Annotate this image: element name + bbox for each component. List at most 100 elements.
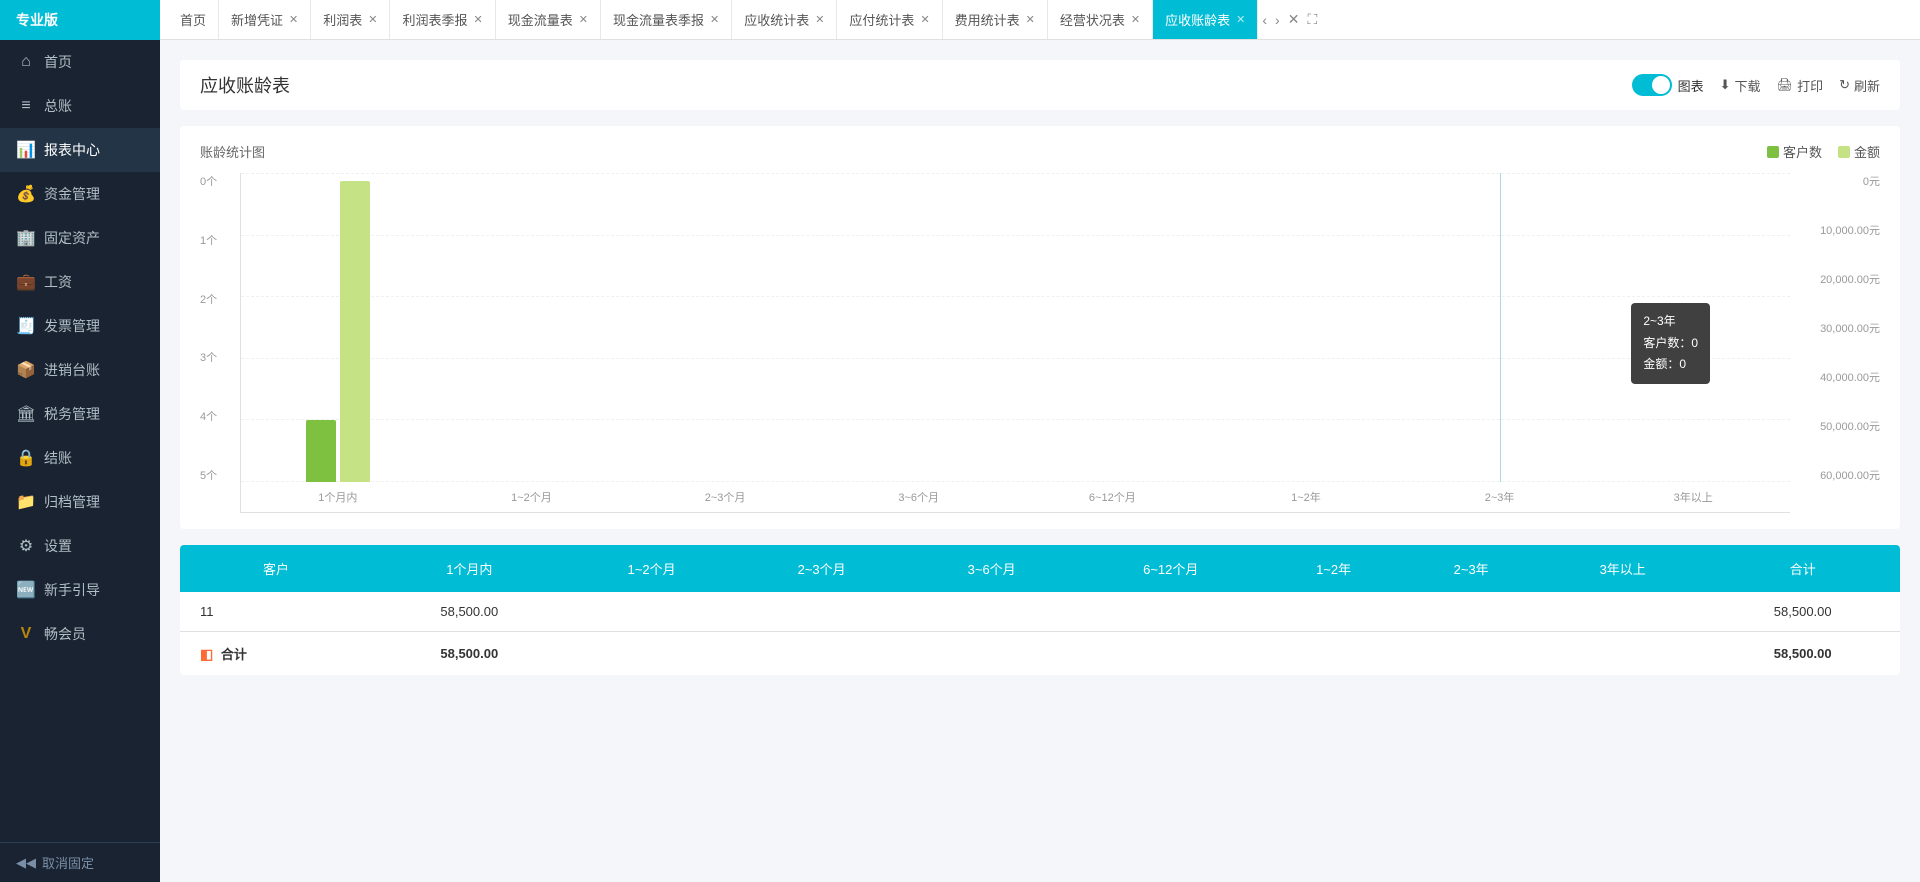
tab-profit-season[interactable]: 利润表季报 ✕	[390, 0, 495, 40]
footer-total: 58,500.00	[1705, 632, 1900, 676]
close-icon[interactable]: ✕	[710, 13, 719, 26]
header-actions: 图表 ⬇ 下载 🖨 打印 ↻ 刷新	[1632, 74, 1880, 96]
tab-maximize-button[interactable]: ⛶	[1303, 11, 1321, 28]
sidebar-label-checkout: 结账	[44, 448, 72, 468]
tab-ap-stats[interactable]: 应付统计表 ✕	[837, 0, 942, 40]
sidebar-item-archive[interactable]: 📁 归档管理	[0, 480, 160, 524]
sidebar-label-settings: 设置	[44, 536, 72, 556]
footer-m12	[567, 632, 737, 676]
x-label-6: 1~2年	[1209, 482, 1403, 512]
footer-y23	[1402, 632, 1540, 676]
salary-icon: 💼	[16, 272, 36, 292]
close-icon[interactable]: ✕	[1236, 13, 1245, 26]
footer-y12	[1265, 632, 1403, 676]
tab-next-button[interactable]: ›	[1271, 12, 1284, 28]
tab-profit-season-label: 利润表季报	[402, 10, 467, 29]
cell-m1: 58,500.00	[372, 592, 566, 632]
download-button[interactable]: ⬇ 下载	[1720, 76, 1761, 95]
close-icon[interactable]: ✕	[920, 13, 929, 26]
sidebar: 专业版 ⌂ 首页 ≡ 总账 📊 报表中心 💰 资金管理 🏢 固定资产 💼 工资 …	[0, 0, 160, 882]
checkout-icon: 🔒	[16, 448, 36, 468]
sidebar-label-salary: 工资	[44, 272, 72, 292]
legend-amount: 金额	[1838, 142, 1880, 161]
legend-amount-label: 金额	[1854, 142, 1880, 161]
tab-home[interactable]: 首页	[168, 0, 219, 40]
sidebar-item-settings[interactable]: ⚙ 设置	[0, 524, 160, 568]
sidebar-item-ledger[interactable]: ≡ 总账	[0, 84, 160, 128]
tab-ar-aging[interactable]: 应收账龄表 ✕	[1153, 0, 1258, 40]
footer-label: ◧ 合计	[180, 632, 372, 676]
sidebar-item-guide[interactable]: 🆕 新手引导	[0, 568, 160, 612]
col-y12: 1~2年	[1265, 545, 1403, 592]
close-icon[interactable]: ✕	[815, 13, 824, 26]
tab-ar-stats[interactable]: 应收统计表 ✕	[732, 0, 837, 40]
col-total: 合计	[1705, 545, 1900, 592]
tab-voucher-label: 新增凭证	[231, 10, 283, 29]
cell-y12	[1265, 592, 1403, 632]
footer-m1: 58,500.00	[372, 632, 566, 676]
close-icon[interactable]: ✕	[289, 13, 298, 26]
tab-profit-label: 利润表	[323, 10, 362, 29]
close-icon[interactable]: ✕	[1131, 13, 1140, 26]
tax-icon: 🏛	[16, 404, 36, 424]
table-row: 11 58,500.00 58,500.00	[180, 592, 1900, 632]
download-label: 下载	[1735, 76, 1761, 95]
tab-cashflow[interactable]: 现金流量表 ✕	[496, 0, 601, 40]
tab-profit[interactable]: 利润表 ✕	[311, 0, 390, 40]
tab-home-label: 首页	[180, 10, 206, 29]
tab-expense-stats[interactable]: 费用统计表 ✕	[943, 0, 1048, 40]
main-content: 首页 新增凭证 ✕ 利润表 ✕ 利润表季报 ✕ 现金流量表 ✕ 现金流量表季报 …	[160, 0, 1920, 882]
col-m36: 3~6个月	[907, 545, 1077, 592]
close-icon[interactable]: ✕	[474, 13, 483, 26]
chart-toggle[interactable]	[1632, 74, 1672, 96]
close-icon[interactable]: ✕	[1026, 13, 1035, 26]
x-label-3: 2~3个月	[628, 482, 822, 512]
legend-customers: 客户数	[1767, 142, 1822, 161]
archive-icon: 📁	[16, 492, 36, 512]
sidebar-item-vip[interactable]: V 畅会员	[0, 612, 160, 656]
y-right-40000: 40,000.00元	[1798, 369, 1880, 385]
bar-group-4	[822, 173, 1016, 482]
close-icon[interactable]: ✕	[579, 13, 588, 26]
sidebar-label-ledger: 总账	[44, 96, 72, 116]
print-button[interactable]: 🖨 打印	[1777, 76, 1824, 95]
col-m1: 1个月内	[372, 545, 566, 592]
tab-cashflow-label: 现金流量表	[508, 10, 573, 29]
y-right-20000: 20,000.00元	[1798, 271, 1880, 287]
tab-voucher[interactable]: 新增凭证 ✕	[219, 0, 311, 40]
tab-prev-button[interactable]: ‹	[1258, 12, 1271, 28]
x-label-5: 6~12个月	[1016, 482, 1210, 512]
sidebar-item-salary[interactable]: 💼 工资	[0, 260, 160, 304]
sidebar-item-inventory[interactable]: 📦 进销台账	[0, 348, 160, 392]
close-icon[interactable]: ✕	[368, 13, 377, 26]
print-label: 打印	[1797, 76, 1823, 95]
sidebar-item-invoice[interactable]: 🧾 发票管理	[0, 304, 160, 348]
sidebar-item-funds[interactable]: 💰 资金管理	[0, 172, 160, 216]
bar-customers-1	[306, 420, 336, 482]
sidebar-item-tax[interactable]: 🏛 税务管理	[0, 392, 160, 436]
sidebar-pin-toggle[interactable]: ◀◀ 取消固定	[0, 842, 160, 882]
bar-group-5	[1016, 173, 1210, 482]
sidebar-item-checkout[interactable]: 🔒 结账	[0, 436, 160, 480]
x-label-7: 2~3年	[1403, 482, 1597, 512]
col-m12: 1~2个月	[567, 545, 737, 592]
sidebar-item-home[interactable]: ⌂ 首页	[0, 40, 160, 84]
sidebar-item-reports[interactable]: 📊 报表中心	[0, 128, 160, 172]
refresh-icon: ↻	[1839, 77, 1850, 93]
chart-crosshair	[1500, 173, 1501, 482]
tab-close-all-button[interactable]: ✕	[1284, 11, 1304, 28]
refresh-button[interactable]: ↻ 刷新	[1839, 76, 1880, 95]
x-label-8: 3年以上	[1596, 482, 1790, 512]
col-y23: 2~3年	[1402, 545, 1540, 592]
sidebar-label-vip: 畅会员	[44, 624, 86, 644]
tab-business-status-label: 经营状况表	[1060, 10, 1125, 29]
cell-m12	[567, 592, 737, 632]
tab-business-status[interactable]: 经营状况表 ✕	[1048, 0, 1153, 40]
footer-m612	[1077, 632, 1265, 676]
sidebar-item-assets[interactable]: 🏢 固定资产	[0, 216, 160, 260]
y-right-0: 0元	[1798, 173, 1880, 189]
y-right-50000: 50,000.00元	[1798, 418, 1880, 434]
col-customer: 客户	[180, 545, 372, 592]
sidebar-label-assets: 固定资产	[44, 228, 100, 248]
tab-cashflow-season[interactable]: 现金流量表季报 ✕	[601, 0, 732, 40]
